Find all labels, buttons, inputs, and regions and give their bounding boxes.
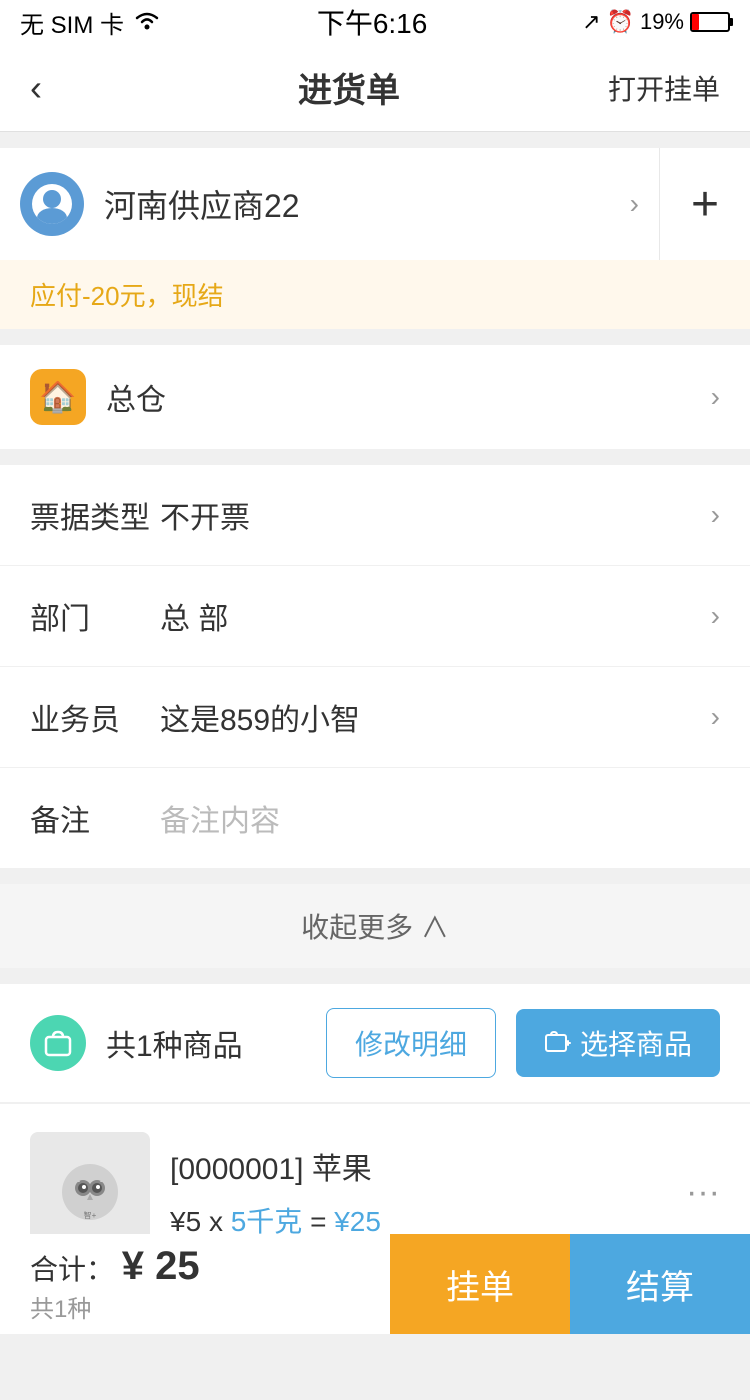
status-time: 下午6:16 [317, 2, 428, 42]
total-amount: ¥ 25 [122, 1244, 200, 1288]
warehouse-section[interactable]: 🏠 总仓 › [0, 345, 750, 449]
supplier-selector[interactable]: 河南供应商22 › [0, 148, 660, 260]
chevron-right-icon: › [711, 600, 720, 632]
nav-bar: ‹ 进货单 打开挂单 [0, 44, 750, 132]
chevron-right-icon: › [630, 188, 639, 220]
remark-row[interactable]: 备注 备注内容 [0, 768, 750, 868]
supplier-section: 河南供应商22 › + [0, 148, 750, 260]
open-hang-button[interactable]: 打开挂单 [608, 68, 720, 108]
dept-label: 部门 [30, 594, 150, 638]
product-count: 共1种商品 [106, 1021, 306, 1065]
battery-icon [690, 12, 730, 32]
product-info: [0000001] 苹果 ¥5 x 5千克 = ¥25 [170, 1144, 666, 1240]
form-section: 票据类型 不开票 › 部门 总 部 › 业务员 这是859的小智 › 备注 备注… [0, 465, 750, 868]
warning-banner: 应付-20元，现结 [0, 260, 750, 329]
sales-value: 这是859的小智 [150, 695, 711, 739]
invoice-row[interactable]: 票据类型 不开票 › [0, 465, 750, 566]
warehouse-icon: 🏠 [30, 369, 86, 425]
checkout-button[interactable]: 结算 [570, 1234, 750, 1334]
status-right: ↗ ⏰ 19% [582, 9, 730, 35]
total-count: 共1种 [30, 1289, 360, 1324]
dept-value: 总 部 [150, 594, 711, 638]
status-bar: 无 SIM 卡 下午6:16 ↗ ⏰ 19% [0, 0, 750, 44]
product-bag-icon [30, 1015, 86, 1071]
battery-percent: 19% [640, 9, 684, 35]
dept-row[interactable]: 部门 总 部 › [0, 566, 750, 667]
content: 河南供应商22 › + 应付-20元，现结 🏠 总仓 › 票据类型 不开票 › … [0, 148, 750, 1400]
product-header: 共1种商品 修改明细 选择商品 [0, 984, 750, 1102]
supplier-avatar [20, 172, 84, 236]
modify-detail-button[interactable]: 修改明细 [326, 1008, 496, 1078]
product-more-button[interactable]: ··· [686, 1173, 720, 1212]
add-supplier-button[interactable]: + [660, 148, 750, 260]
bottom-bar: 合计： ¥ 25 共1种 挂单 结算 [0, 1234, 750, 1334]
remark-label: 备注 [30, 796, 150, 840]
invoice-label: 票据类型 [30, 493, 150, 537]
remark-input[interactable]: 备注内容 [150, 796, 720, 840]
select-product-button[interactable]: 选择商品 [516, 1009, 720, 1077]
alarm-icon: ⏰ [607, 9, 634, 35]
carrier-label: 无 SIM 卡 [20, 5, 124, 40]
warning-text: 应付-20元，现结 [30, 281, 224, 311]
wifi-icon [132, 8, 162, 37]
page-title: 进货单 [298, 63, 400, 112]
status-left: 无 SIM 卡 [20, 5, 162, 40]
chevron-right-icon: › [711, 499, 720, 531]
supplier-name: 河南供应商22 [104, 181, 630, 227]
back-button[interactable]: ‹ [30, 67, 90, 109]
total-section: 合计： ¥ 25 共1种 [0, 1244, 390, 1324]
hang-button[interactable]: 挂单 [390, 1234, 570, 1334]
product-name: [0000001] 苹果 [170, 1144, 666, 1188]
sales-row[interactable]: 业务员 这是859的小智 › [0, 667, 750, 768]
sales-label: 业务员 [30, 695, 150, 739]
warehouse-name: 总仓 [106, 375, 711, 419]
collapse-button[interactable]: 收起更多 ∧ [0, 884, 750, 968]
svg-text:智+: 智+ [84, 1210, 97, 1220]
location-icon: ↗ [582, 9, 600, 35]
chevron-right-icon: › [711, 381, 720, 413]
chevron-right-icon: › [711, 701, 720, 733]
invoice-value: 不开票 [150, 493, 711, 537]
total-label: 合计： [30, 1254, 114, 1285]
